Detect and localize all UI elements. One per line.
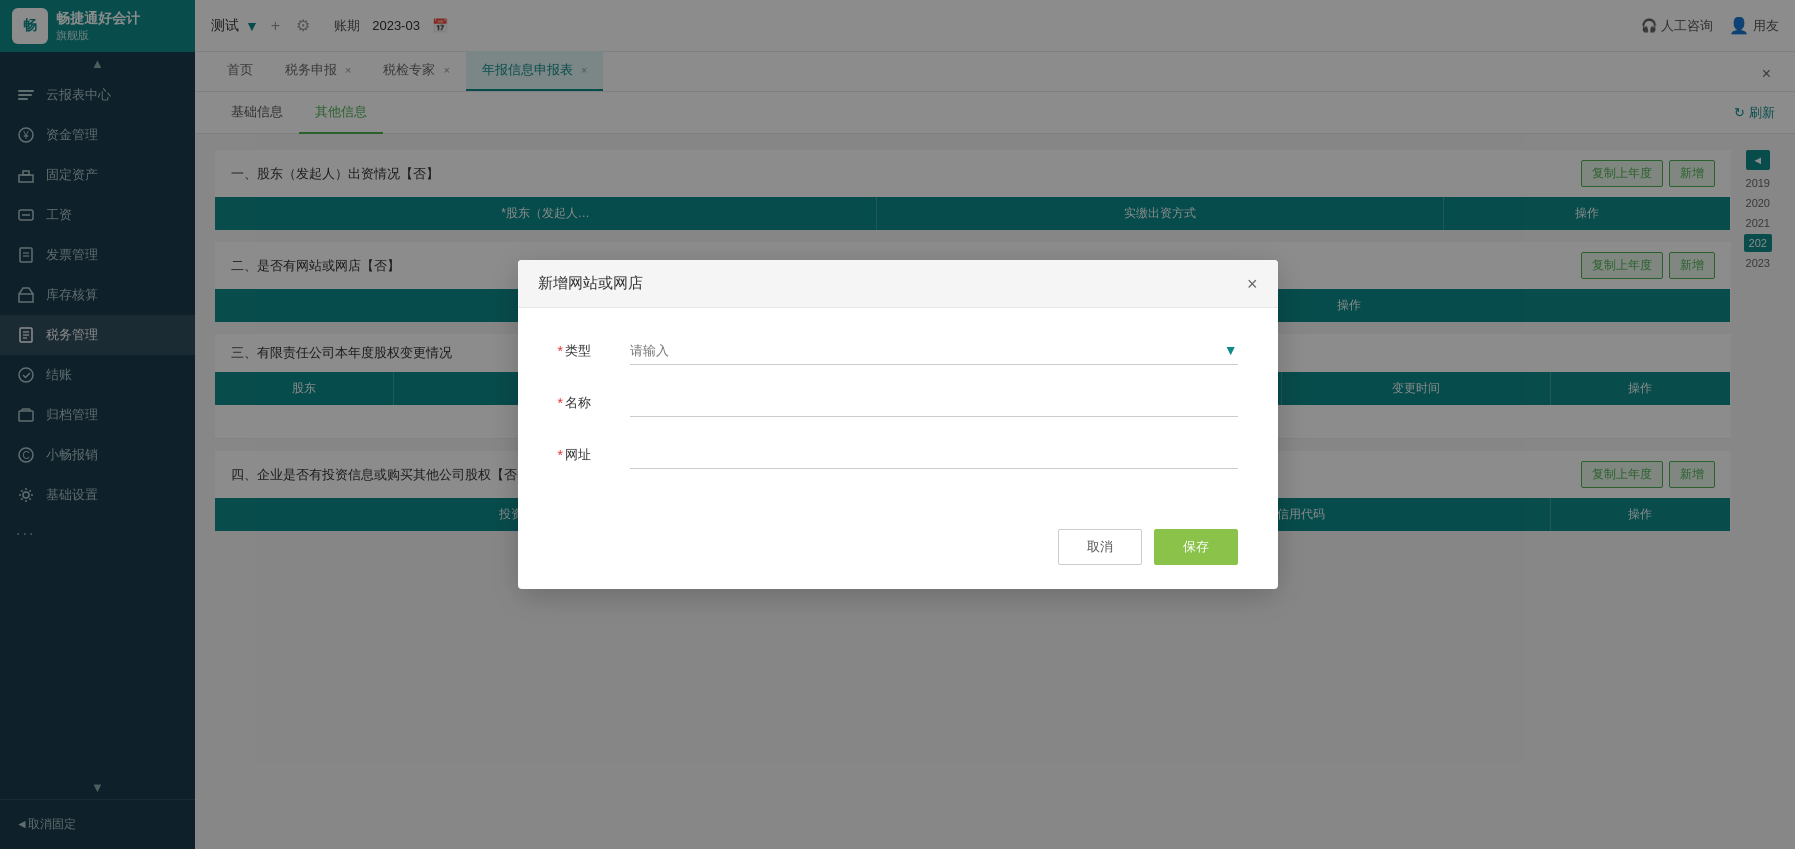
name-label: * 名称: [558, 394, 618, 412]
modal-header: 新增网站或网店 ×: [518, 260, 1278, 308]
modal-overlay: 新增网站或网店 × * 类型 ▼ * 名称: [0, 0, 1795, 849]
save-button[interactable]: 保存: [1154, 529, 1238, 565]
modal-close-button[interactable]: ×: [1247, 275, 1258, 293]
url-input[interactable]: [630, 441, 1238, 469]
modal-body: * 类型 ▼ * 名称 * 网址: [518, 308, 1278, 513]
url-required-star: *: [558, 447, 563, 463]
type-required-star: *: [558, 343, 563, 359]
name-form-row: * 名称: [558, 389, 1238, 417]
name-input[interactable]: [630, 389, 1238, 417]
modal-footer: 取消 保存: [518, 513, 1278, 589]
type-form-row: * 类型 ▼: [558, 336, 1238, 365]
type-label: * 类型: [558, 342, 618, 360]
type-select-input[interactable]: [630, 343, 1224, 358]
cancel-button[interactable]: 取消: [1058, 529, 1142, 565]
name-required-star: *: [558, 395, 563, 411]
url-form-row: * 网址: [558, 441, 1238, 469]
type-dropdown-arrow: ▼: [1224, 342, 1238, 358]
type-select-wrapper[interactable]: ▼: [630, 336, 1238, 365]
modal-title: 新增网站或网店: [538, 274, 643, 293]
add-website-modal: 新增网站或网店 × * 类型 ▼ * 名称: [518, 260, 1278, 589]
url-label: * 网址: [558, 446, 618, 464]
